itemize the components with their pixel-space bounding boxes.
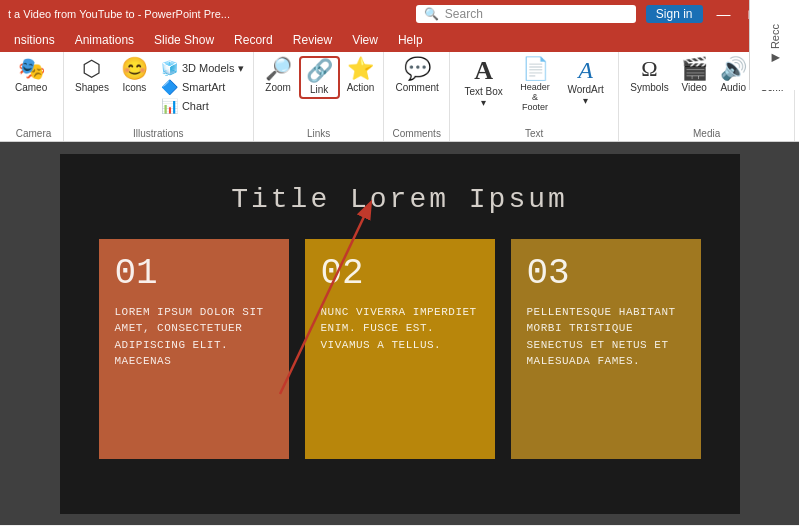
action-button[interactable]: ⭐ Action bbox=[342, 56, 380, 95]
search-icon: 🔍 bbox=[424, 7, 439, 21]
menu-review[interactable]: Review bbox=[285, 31, 340, 49]
card-02-text: NUNC VIVERRA IMPERDIET ENIM. FUSCE EST. … bbox=[321, 304, 479, 354]
cameo-button[interactable]: 🎭 Cameo bbox=[10, 56, 52, 95]
card-02-number: 02 bbox=[321, 253, 479, 294]
comment-button[interactable]: 💬 Comment bbox=[390, 56, 443, 95]
chart-icon: 📊 bbox=[161, 98, 178, 114]
ribbon-text-items: A Text Box ▾ 📄 Header& Footer A WordArt … bbox=[456, 56, 612, 128]
slide-area: Title Lorem Ipsum 01 LOREM IPSUM DOLOR S… bbox=[0, 142, 799, 525]
card-03-number: 03 bbox=[527, 253, 685, 294]
header-footer-button[interactable]: 📄 Header& Footer bbox=[513, 56, 557, 114]
comment-icon: 💬 bbox=[404, 58, 431, 80]
cameo-icon: 🎭 bbox=[18, 58, 45, 80]
ribbon-group-camera: 🎭 Cameo Camera bbox=[4, 52, 64, 141]
zoom-button[interactable]: 🔎 Zoom bbox=[260, 56, 297, 95]
links-group-label: Links bbox=[260, 128, 378, 139]
slide-title[interactable]: Title Lorem Ipsum bbox=[231, 184, 568, 215]
card-02[interactable]: 02 NUNC VIVERRA IMPERDIET ENIM. FUSCE ES… bbox=[305, 239, 495, 459]
link-icon: 🔗 bbox=[306, 60, 333, 82]
search-bar[interactable]: 🔍 Search bbox=[416, 5, 636, 23]
video-button[interactable]: 🎬 Video bbox=[676, 56, 713, 95]
ribbon-group-illustrations: ⬡ Shapes 😊 Icons 🧊 3D Models ▾ 🔷 SmartAr… bbox=[64, 52, 254, 141]
header-footer-icon: 📄 bbox=[522, 58, 549, 80]
smartart-button[interactable]: 🔷 SmartArt bbox=[157, 78, 248, 96]
ribbon-camera-items: 🎭 Cameo bbox=[10, 56, 52, 128]
cards-container: 01 LOREM IPSUM DOLOR SIT AMET, CONSECTET… bbox=[75, 239, 725, 459]
menu-transitions[interactable]: nsitions bbox=[6, 31, 63, 49]
menu-view[interactable]: View bbox=[344, 31, 386, 49]
camera-group-label: Camera bbox=[10, 128, 57, 139]
chart-button[interactable]: 📊 Chart bbox=[157, 97, 248, 115]
menu-help[interactable]: Help bbox=[390, 31, 431, 49]
card-01-number: 01 bbox=[115, 253, 273, 294]
sign-in-button[interactable]: Sign in bbox=[646, 5, 703, 23]
3d-models-icon: 🧊 bbox=[161, 60, 178, 76]
menu-bar: nsitions Animations Slide Show Record Re… bbox=[0, 28, 799, 52]
illustrations-col: 🧊 3D Models ▾ 🔷 SmartArt 📊 Chart bbox=[155, 56, 250, 118]
video-icon: 🎬 bbox=[681, 58, 708, 80]
menu-record[interactable]: Record bbox=[226, 31, 281, 49]
minimize-button[interactable]: — bbox=[713, 6, 735, 22]
ribbon-group-text: A Text Box ▾ 📄 Header& Footer A WordArt … bbox=[450, 52, 619, 141]
textbox-icon: A bbox=[474, 58, 493, 84]
search-placeholder: Search bbox=[445, 7, 483, 21]
menu-slideshow[interactable]: Slide Show bbox=[146, 31, 222, 49]
title-bar: t a Video from YouTube to - PowerPoint P… bbox=[0, 0, 799, 28]
action-icon: ⭐ bbox=[347, 58, 374, 80]
card-01[interactable]: 01 LOREM IPSUM DOLOR SIT AMET, CONSECTET… bbox=[99, 239, 289, 459]
smartart-icon: 🔷 bbox=[161, 79, 178, 95]
wordart-icon: A bbox=[578, 58, 593, 82]
card-03[interactable]: 03 PELLENTESQUE HABITANT MORBI TRISTIQUE… bbox=[511, 239, 701, 459]
card-01-text: LOREM IPSUM DOLOR SIT AMET, CONSECTETUER… bbox=[115, 304, 273, 370]
icons-button[interactable]: 😊 Icons bbox=[116, 56, 153, 95]
audio-icon: 🔊 bbox=[720, 58, 747, 80]
recc-button[interactable]: ◀ Recc bbox=[749, 0, 799, 90]
text-group-label: Text bbox=[456, 128, 612, 139]
app-title: t a Video from YouTube to - PowerPoint P… bbox=[8, 8, 230, 20]
illustrations-group-label: Illustrations bbox=[70, 128, 247, 139]
media-group-label: Media bbox=[625, 128, 788, 139]
ribbon-group-links: 🔎 Zoom 🔗 Link ⭐ Action Links bbox=[254, 52, 385, 141]
wordart-button[interactable]: A WordArt ▾ bbox=[559, 56, 612, 108]
audio-button[interactable]: 🔊 Audio bbox=[715, 56, 752, 95]
icons-icon: 😊 bbox=[121, 58, 148, 80]
card-03-text: PELLENTESQUE HABITANT MORBI TRISTIQUE SE… bbox=[527, 304, 685, 370]
slide[interactable]: Title Lorem Ipsum 01 LOREM IPSUM DOLOR S… bbox=[60, 154, 740, 514]
shapes-button[interactable]: ⬡ Shapes bbox=[70, 56, 114, 95]
ribbon-group-comments: 💬 Comment Comments bbox=[384, 52, 449, 141]
symbols-button[interactable]: Ω Symbols bbox=[625, 56, 673, 95]
comments-group-label: Comments bbox=[390, 128, 442, 139]
zoom-icon: 🔎 bbox=[265, 58, 292, 80]
ribbon-links-items: 🔎 Zoom 🔗 Link ⭐ Action bbox=[260, 56, 380, 128]
title-bar-left: t a Video from YouTube to - PowerPoint P… bbox=[8, 8, 230, 20]
ribbon-illustrations-items: ⬡ Shapes 😊 Icons 🧊 3D Models ▾ 🔷 SmartAr… bbox=[70, 56, 250, 128]
link-button[interactable]: 🔗 Link bbox=[299, 56, 340, 99]
ribbon-comments-items: 💬 Comment bbox=[390, 56, 443, 128]
3d-models-button[interactable]: 🧊 3D Models ▾ bbox=[157, 59, 248, 77]
ribbon: 🎭 Cameo Camera ⬡ Shapes 😊 Icons 🧊 3D Mod… bbox=[0, 52, 799, 142]
textbox-button[interactable]: A Text Box ▾ bbox=[456, 56, 511, 110]
menu-animations[interactable]: Animations bbox=[67, 31, 142, 49]
symbols-icon: Ω bbox=[641, 58, 657, 80]
shapes-icon: ⬡ bbox=[82, 58, 101, 80]
